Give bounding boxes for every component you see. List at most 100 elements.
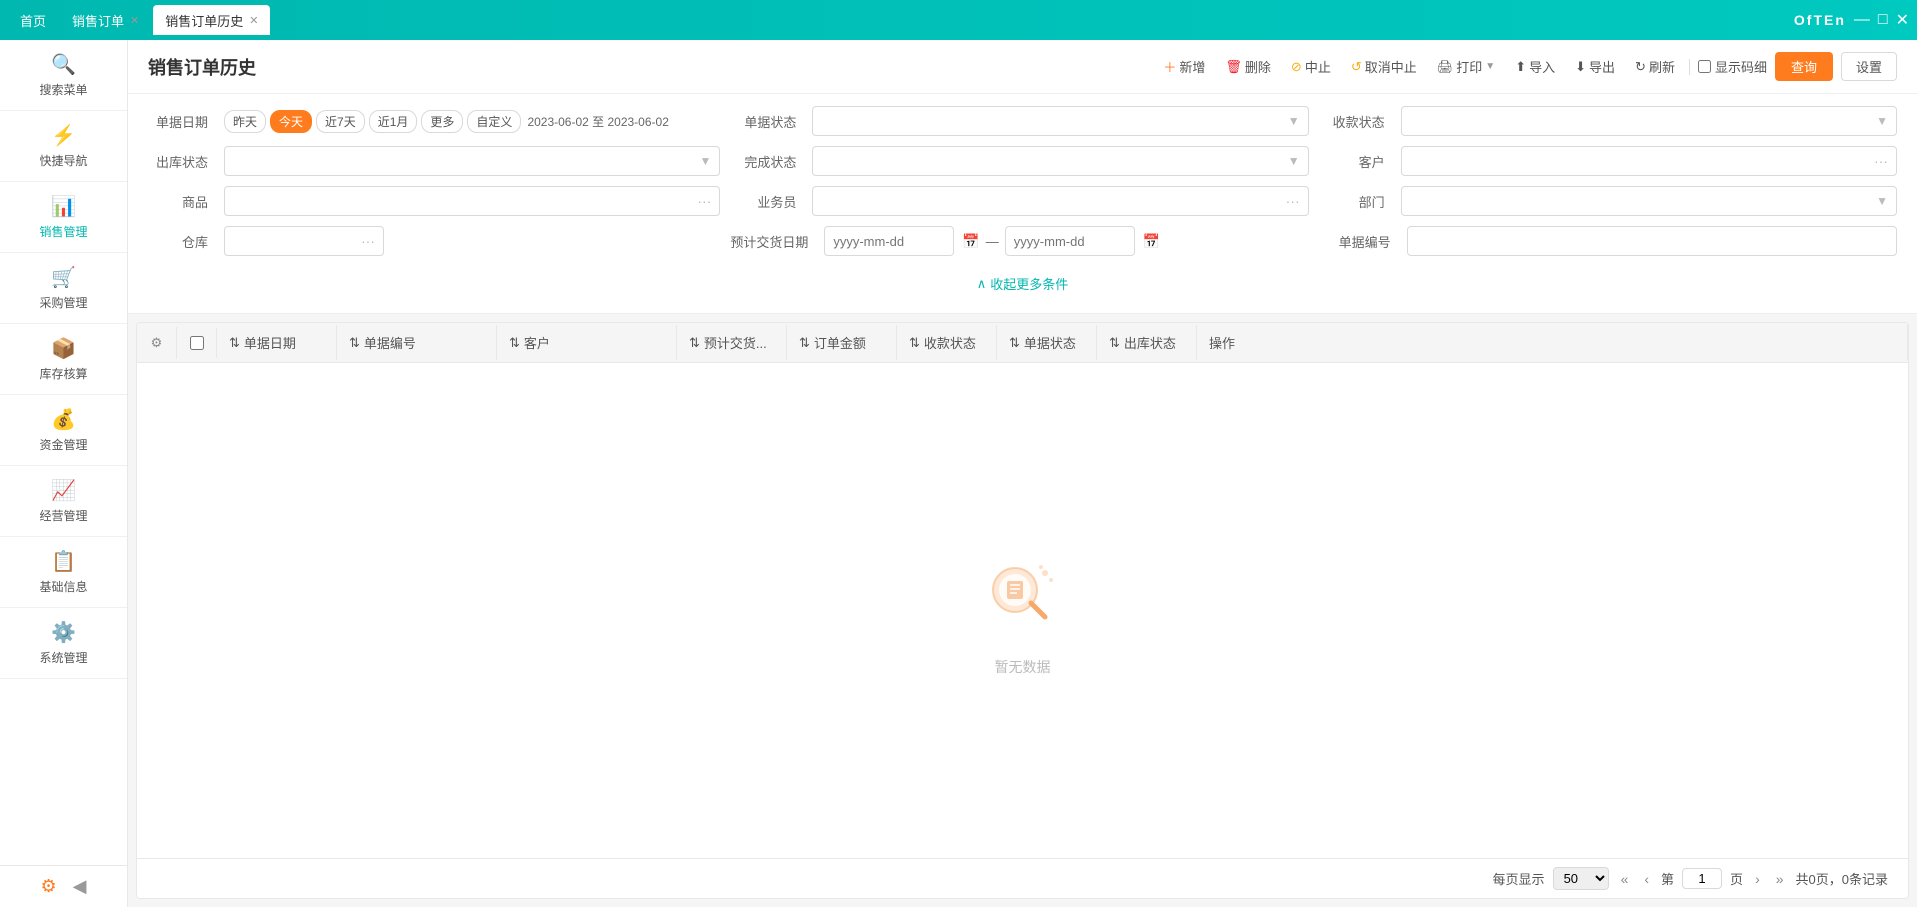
- date-btn-yesterday[interactable]: 昨天: [224, 110, 266, 133]
- sort-delivery-icon[interactable]: ⇅: [689, 335, 700, 351]
- sort-out-status-icon[interactable]: ⇅: [1109, 335, 1120, 351]
- salesman-select[interactable]: ···: [812, 186, 1308, 216]
- date-btn-today[interactable]: 今天: [270, 110, 312, 133]
- sidebar-item-inventory-check-label: 库存核算: [39, 365, 87, 382]
- toolbar: ＋ 新增 🗑 删除 ⊘ 中止 ↺ 取消中止 🖨 打印: [1157, 52, 1897, 81]
- complete-status-select[interactable]: ▼: [812, 146, 1308, 176]
- prev-page-button[interactable]: ‹: [1640, 869, 1653, 889]
- page-unit: 页: [1730, 869, 1743, 888]
- collapse-btn[interactable]: ∧ 收起更多条件: [148, 270, 1897, 297]
- delivery-date-end-input[interactable]: [1005, 226, 1135, 256]
- sort-amount-icon[interactable]: ⇅: [799, 335, 810, 351]
- th-delivery: ⇅ 预计交货...: [677, 325, 787, 360]
- customer-ellipsis-icon[interactable]: ···: [1874, 153, 1888, 169]
- sidebar-item-finance-mgmt[interactable]: 💰 资金管理: [0, 395, 127, 466]
- bill-date-control: 昨天 今天 近7天 近1月 更多 自定义 2023-06-02 至 2023-0…: [224, 110, 720, 133]
- sidebar-settings-button[interactable]: ⚙: [41, 876, 57, 897]
- date-btn-custom[interactable]: 自定义: [467, 110, 521, 133]
- operation-mgmt-icon: 📈: [51, 478, 76, 503]
- th-num: ⇅ 单据编号: [337, 325, 497, 360]
- tab-sales-order-close[interactable]: ✕: [130, 14, 139, 27]
- col-settings-icon[interactable]: ⚙: [151, 335, 163, 351]
- stop-button[interactable]: ⊘ 中止: [1285, 53, 1337, 80]
- out-status-select[interactable]: ▼: [224, 146, 720, 176]
- top-bar: 首页 销售订单 ✕ 销售订单历史 ✕ OfTEn — □ ✕: [0, 0, 1917, 40]
- delete-label: 删除: [1245, 57, 1271, 76]
- filter-row-2: 出库状态 ▼ 完成状态 ▼ 客户: [148, 146, 1897, 176]
- display-cols-label[interactable]: 显示码细: [1698, 57, 1767, 76]
- sort-receipt-status-icon[interactable]: ⇅: [909, 335, 920, 351]
- purchase-mgmt-icon: 🛒: [51, 265, 76, 290]
- print-button[interactable]: 🖨 打印 ▼: [1431, 53, 1501, 80]
- cancel-stop-icon: ↺: [1351, 59, 1362, 75]
- calendar-start-icon[interactable]: 📅: [962, 233, 979, 250]
- warehouse-ellipsis-icon[interactable]: ···: [361, 233, 375, 249]
- goods-label: 商品: [148, 192, 208, 211]
- goods-select[interactable]: ···: [224, 186, 720, 216]
- top-bar-right: OfTEn — □ ✕: [1794, 10, 1909, 30]
- date-btn-7days[interactable]: 近7天: [316, 110, 365, 133]
- sort-bill-status-icon[interactable]: ⇅: [1009, 335, 1020, 351]
- tab-home[interactable]: 首页: [8, 5, 58, 35]
- tab-sales-order-history[interactable]: 销售订单历史 ✕: [153, 5, 270, 35]
- bill-num-input[interactable]: [1407, 226, 1897, 256]
- total-info: 共0页，0条记录: [1796, 869, 1888, 888]
- receipt-status-select[interactable]: ▼: [1401, 106, 1897, 136]
- date-btn-group: 昨天 今天 近7天 近1月 更多 自定义: [224, 110, 521, 133]
- window-max-button[interactable]: □: [1878, 11, 1888, 29]
- display-cols-checkbox[interactable]: [1698, 60, 1711, 73]
- sort-customer-icon[interactable]: ⇅: [509, 335, 520, 351]
- last-page-button[interactable]: »: [1772, 869, 1788, 889]
- export-button[interactable]: ⬇ 导出: [1569, 53, 1621, 80]
- department-select[interactable]: ▼: [1401, 186, 1897, 216]
- goods-ellipsis-icon[interactable]: ···: [697, 193, 711, 209]
- sidebar-item-purchase-mgmt[interactable]: 🛒 采购管理: [0, 253, 127, 324]
- sidebar-item-search-menu[interactable]: 🔍 搜索菜单: [0, 40, 127, 111]
- bill-status-select[interactable]: ▼: [812, 106, 1308, 136]
- window-close-button[interactable]: ✕: [1896, 10, 1909, 30]
- salesman-ellipsis-icon[interactable]: ···: [1286, 193, 1300, 209]
- date-btn-1month[interactable]: 近1月: [369, 110, 418, 133]
- select-all-checkbox[interactable]: [190, 336, 204, 350]
- import-button[interactable]: ⬆ 导入: [1509, 53, 1561, 80]
- sidebar-item-purchase-mgmt-label: 采购管理: [39, 294, 87, 311]
- next-page-button[interactable]: ›: [1751, 869, 1764, 889]
- page-number-input[interactable]: [1682, 868, 1722, 889]
- sidebar-item-operation-mgmt[interactable]: 📈 经营管理: [0, 466, 127, 537]
- collapse-row: ∧ 收起更多条件: [148, 266, 1897, 301]
- query-button[interactable]: 查询: [1775, 52, 1833, 81]
- sidebar-item-basic-info[interactable]: 📋 基础信息: [0, 537, 127, 608]
- tab-sales-order[interactable]: 销售订单 ✕: [60, 5, 151, 35]
- window-min-button[interactable]: —: [1854, 11, 1870, 29]
- delivery-date-start-input[interactable]: [824, 226, 954, 256]
- calendar-end-icon[interactable]: 📅: [1143, 233, 1160, 250]
- settings-button[interactable]: 设置: [1841, 52, 1897, 81]
- sort-num-icon[interactable]: ⇅: [349, 335, 360, 351]
- delete-button[interactable]: 🗑 删除: [1219, 53, 1277, 80]
- customer-select[interactable]: ···: [1401, 146, 1897, 176]
- page-size-select[interactable]: 50 10 20 100: [1553, 867, 1609, 890]
- sidebar-item-finance-mgmt-label: 资金管理: [39, 436, 87, 453]
- sidebar-item-system-mgmt[interactable]: ⚙️ 系统管理: [0, 608, 127, 679]
- cancel-stop-button[interactable]: ↺ 取消中止: [1345, 53, 1423, 80]
- department-label: 部门: [1325, 192, 1385, 211]
- tab-sales-order-history-close[interactable]: ✕: [249, 14, 258, 27]
- sidebar-item-quick-nav[interactable]: ⚡ 快捷导航: [0, 111, 127, 182]
- export-icon: ⬇: [1575, 59, 1586, 75]
- delivery-date-control: 📅 — 📅: [824, 226, 1314, 256]
- warehouse-select[interactable]: ···: [224, 226, 384, 256]
- warehouse-control: ···: [224, 226, 714, 256]
- out-status-arrow-icon: ▼: [699, 154, 711, 168]
- refresh-button[interactable]: ↻ 刷新: [1629, 53, 1681, 80]
- sidebar-item-sales-mgmt[interactable]: 📊 销售管理: [0, 182, 127, 253]
- first-page-button[interactable]: «: [1617, 869, 1633, 889]
- add-button[interactable]: ＋ 新增: [1157, 53, 1211, 80]
- page-size-label: 每页显示: [1493, 869, 1545, 888]
- sidebar-item-inventory-check[interactable]: 📦 库存核算: [0, 324, 127, 395]
- export-label: 导出: [1589, 57, 1615, 76]
- sort-date-icon[interactable]: ⇅: [229, 335, 240, 351]
- sidebar-collapse-button[interactable]: ◀: [73, 876, 87, 897]
- th-date: ⇅ 单据日期: [217, 325, 337, 360]
- date-separator: —: [986, 234, 999, 249]
- date-btn-more[interactable]: 更多: [421, 110, 463, 133]
